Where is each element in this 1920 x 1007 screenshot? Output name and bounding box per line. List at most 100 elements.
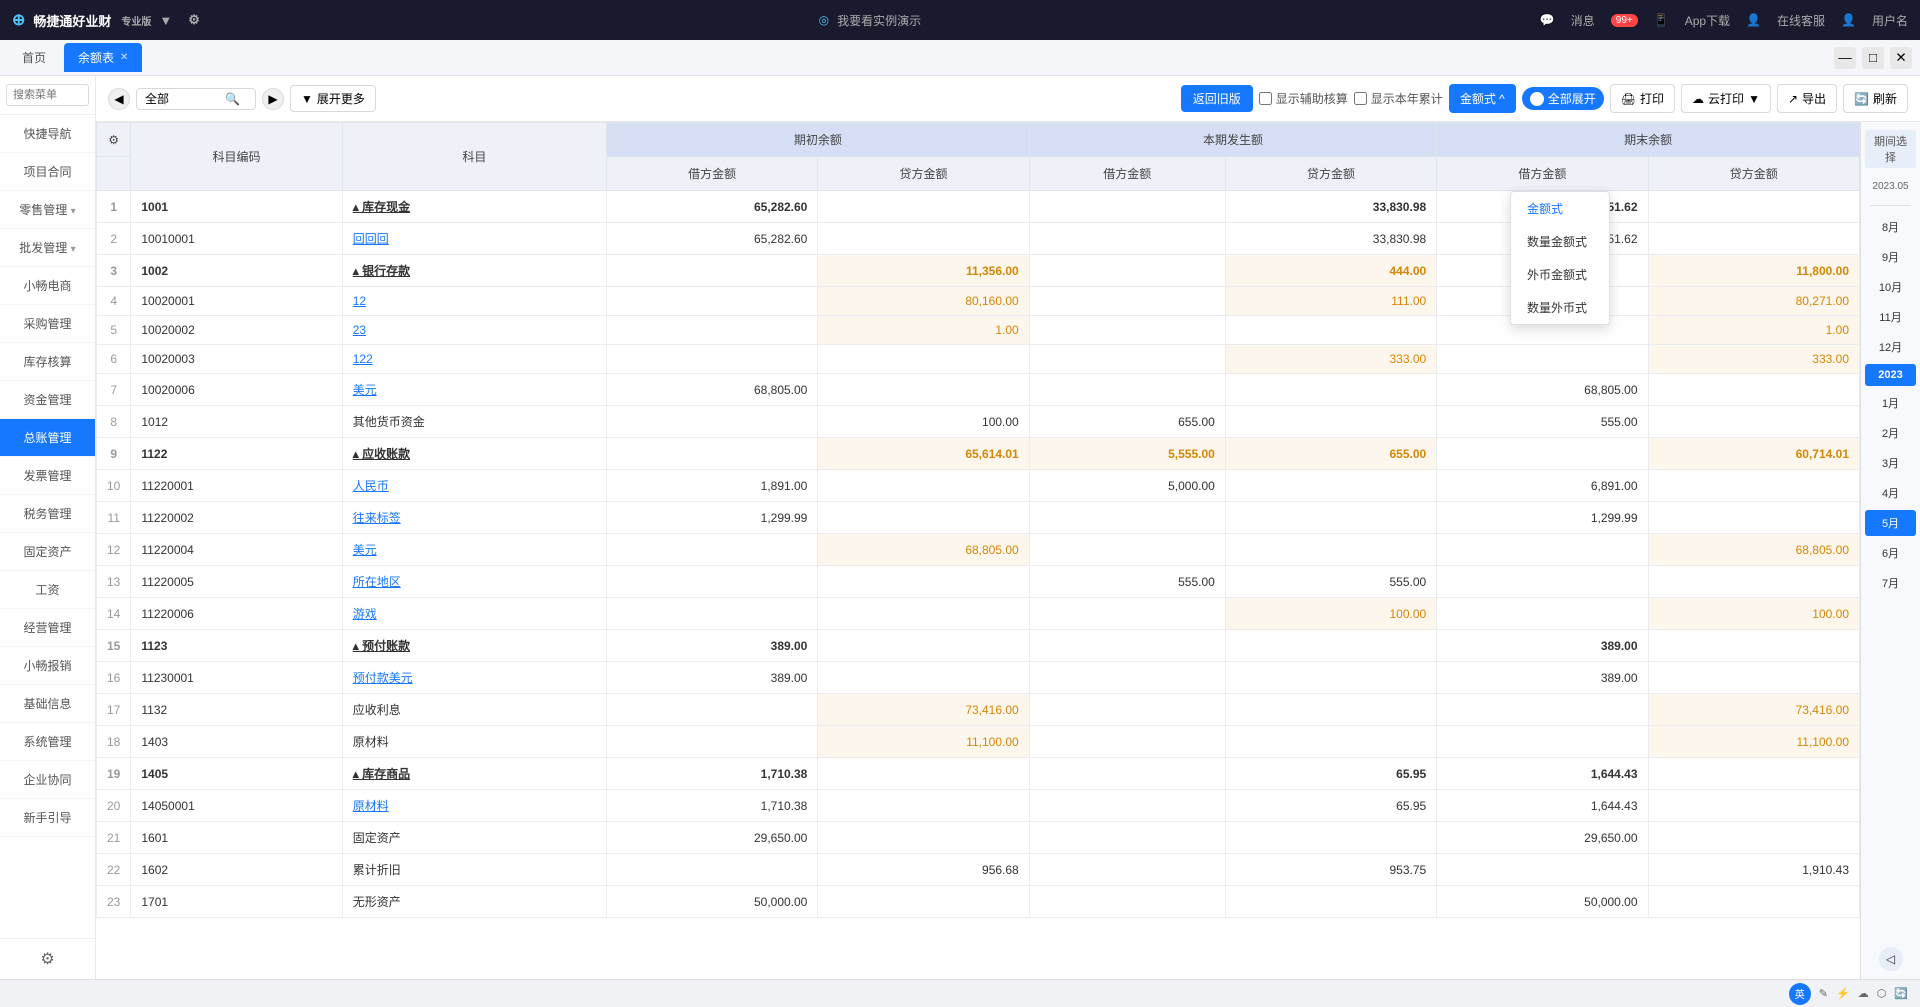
month-12[interactable]: 12月 (1865, 334, 1916, 360)
row-name[interactable]: 122 (342, 345, 606, 374)
row-code[interactable]: 1602 (131, 854, 342, 886)
translate-btn[interactable]: 英 (1789, 983, 1811, 1005)
dropdown-arrow[interactable]: ▼ (159, 13, 172, 28)
tab-home[interactable]: 首页 (8, 43, 60, 72)
sidebar-item-quick-nav[interactable]: 快捷导航 (0, 115, 95, 153)
row-name[interactable]: 游戏 (342, 598, 606, 630)
row-code[interactable]: 1132 (131, 694, 342, 726)
sidebar-item-invoice[interactable]: 发票管理 (0, 457, 95, 495)
row-code[interactable]: 11220002 (131, 502, 342, 534)
month-4[interactable]: 4月 (1865, 480, 1916, 506)
row-code[interactable]: 11230001 (131, 662, 342, 694)
row-name[interactable]: 预付款美元 (342, 662, 606, 694)
row-name[interactable]: 回回回 (342, 223, 606, 255)
row-code[interactable]: 11220001 (131, 470, 342, 502)
row-name[interactable]: 累计折旧 (342, 854, 606, 886)
window-close-btn[interactable]: ✕ (1890, 47, 1912, 69)
sidebar-item-tax[interactable]: 税务管理 (0, 495, 95, 533)
row-code[interactable]: 1405 (131, 758, 342, 790)
username-label[interactable]: 用户名 (1872, 12, 1908, 29)
dropdown-item-foreign-amount[interactable]: 外币金额式 (1511, 258, 1609, 291)
month-9[interactable]: 9月 (1865, 244, 1916, 270)
row-name[interactable]: 所在地区 (342, 566, 606, 598)
print-btn[interactable]: 🖨 打印 (1610, 84, 1675, 113)
row-code[interactable]: 10020006 (131, 374, 342, 406)
sidebar-item-basic-info[interactable]: 基础信息 (0, 685, 95, 723)
show-assist-input[interactable] (1259, 92, 1272, 105)
expand-more-btn[interactable]: ▼ 展开更多 (290, 85, 376, 112)
view-mode-dropdown-btn[interactable]: 金额式 ^ (1449, 84, 1516, 113)
expand-all-toggle[interactable]: 全部展开 (1522, 87, 1604, 110)
month-8[interactable]: 8月 (1865, 214, 1916, 240)
row-name[interactable]: 无形资产 (342, 886, 606, 918)
cloud-print-btn[interactable]: ☁ 云打印 ▼ (1681, 84, 1771, 113)
tab-balance[interactable]: 余额表 ✕ (64, 43, 142, 72)
row-name[interactable]: 原材料 (342, 726, 606, 758)
row-name[interactable]: ▴ 银行存款 (342, 255, 606, 287)
month-2[interactable]: 2月 (1865, 420, 1916, 446)
month-1[interactable]: 1月 (1865, 390, 1916, 416)
dropdown-item-qty-foreign[interactable]: 数量外币式 (1511, 291, 1609, 324)
year-2023[interactable]: 2023 (1865, 364, 1916, 386)
nav-next-btn[interactable]: ▶ (262, 88, 284, 110)
sidebar-item-ecommerce[interactable]: 小畅电商 (0, 267, 95, 305)
month-11[interactable]: 11月 (1865, 304, 1916, 330)
row-code[interactable]: 11220006 (131, 598, 342, 630)
settings-col-header[interactable]: ⚙ (97, 123, 131, 157)
online-service-label[interactable]: 在线客服 (1777, 12, 1825, 29)
sync-icon[interactable]: 🔄 (1894, 987, 1908, 1000)
sidebar-item-retail[interactable]: 零售管理 ▾ (0, 191, 95, 229)
sidebar-item-inventory[interactable]: 库存核算 (0, 343, 95, 381)
row-code[interactable]: 10020001 (131, 287, 342, 316)
row-name[interactable]: ▴ 库存商品 (342, 758, 606, 790)
sidebar-item-purchase[interactable]: 采购管理 (0, 305, 95, 343)
row-code[interactable]: 14050001 (131, 790, 342, 822)
row-name[interactable]: 人民币 (342, 470, 606, 502)
row-code[interactable]: 1001 (131, 191, 342, 223)
month-10[interactable]: 10月 (1865, 274, 1916, 300)
sidebar-item-fixed-assets[interactable]: 固定资产 (0, 533, 95, 571)
row-name[interactable]: 往来标签 (342, 502, 606, 534)
row-code[interactable]: 10010001 (131, 223, 342, 255)
row-code[interactable]: 11220005 (131, 566, 342, 598)
window-minimize-btn[interactable]: — (1834, 47, 1856, 69)
lightning-icon[interactable]: ⚡ (1836, 987, 1850, 1000)
row-name[interactable]: 原材料 (342, 790, 606, 822)
search-input[interactable] (6, 84, 89, 106)
month-7[interactable]: 7月 (1865, 570, 1916, 596)
cloud-bottom-icon[interactable]: ☁ (1858, 987, 1869, 1000)
sidebar-item-finance[interactable]: 资金管理 (0, 381, 95, 419)
row-code[interactable]: 1601 (131, 822, 342, 854)
row-code[interactable]: 1122 (131, 438, 342, 470)
show-assist-checkbox[interactable]: 显示辅助核算 (1259, 90, 1348, 107)
collapse-btn[interactable]: ◁ (1879, 947, 1903, 971)
message-label[interactable]: 消息 (1571, 12, 1595, 29)
row-name[interactable]: 23 (342, 316, 606, 345)
refresh-btn[interactable]: 🔄 刷新 (1843, 84, 1908, 113)
sidebar-item-salary[interactable]: 工资 (0, 571, 95, 609)
row-name[interactable]: 应收利息 (342, 694, 606, 726)
hex-icon[interactable]: ⬡ (1877, 987, 1887, 1000)
sidebar-item-ledger[interactable]: 总账管理 (0, 419, 95, 457)
dropdown-item-qty-amount[interactable]: 数量金额式 (1511, 225, 1609, 258)
month-5[interactable]: 5月 (1865, 510, 1916, 536)
show-year-checkbox[interactable]: 显示本年累计 (1354, 90, 1443, 107)
nav-prev-btn[interactable]: ◀ (108, 88, 130, 110)
message-icon[interactable]: 💬 (1540, 13, 1555, 27)
row-code[interactable]: 11220004 (131, 534, 342, 566)
sidebar-item-reimbursement[interactable]: 小畅报销 (0, 647, 95, 685)
row-code[interactable]: 1123 (131, 630, 342, 662)
sidebar-item-wholesale[interactable]: 批发管理 ▾ (0, 229, 95, 267)
row-code[interactable]: 1012 (131, 406, 342, 438)
sidebar-item-operations[interactable]: 经营管理 (0, 609, 95, 647)
user-avatar[interactable]: 👤 (1841, 13, 1856, 27)
month-3[interactable]: 3月 (1865, 450, 1916, 476)
tab-close-icon[interactable]: ✕ (120, 52, 128, 63)
return-old-btn[interactable]: 返回旧版 (1181, 85, 1253, 112)
sidebar-item-guide[interactable]: 新手引导 (0, 799, 95, 837)
window-maximize-btn[interactable]: □ (1862, 47, 1884, 69)
row-code[interactable]: 10020003 (131, 345, 342, 374)
row-code[interactable]: 10020002 (131, 316, 342, 345)
row-name[interactable]: 其他货币资金 (342, 406, 606, 438)
dropdown-item-amount[interactable]: 金额式 (1511, 192, 1609, 225)
